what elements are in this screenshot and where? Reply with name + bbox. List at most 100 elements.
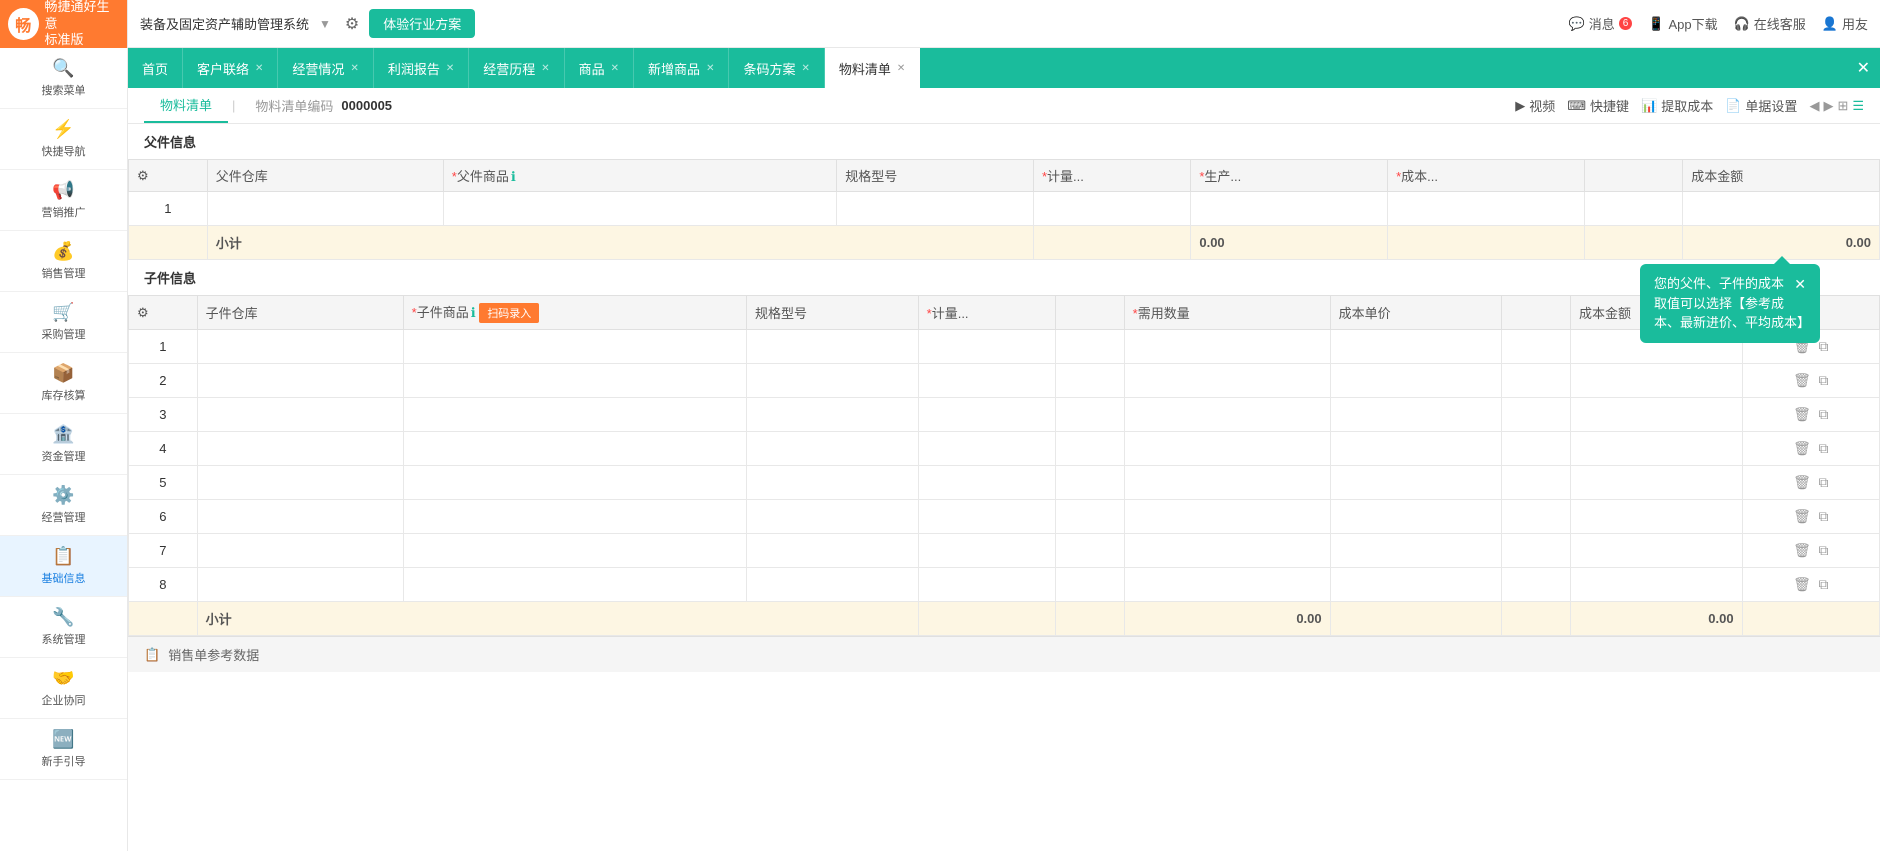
parent-cost-cell[interactable]: [1388, 192, 1585, 226]
child-spec-5[interactable]: [746, 466, 918, 500]
child-quantity-3[interactable]: [1124, 398, 1330, 432]
sidebar-item-system[interactable]: 🔧 系统管理: [0, 597, 127, 658]
child-spec-6[interactable]: [746, 500, 918, 534]
parent-production-cell[interactable]: [1191, 192, 1388, 226]
user-btn[interactable]: 👤 用友: [1822, 14, 1868, 33]
tab-home[interactable]: 首页: [128, 48, 183, 88]
tab-new-product[interactable]: 新增商品 ✕: [634, 48, 729, 88]
child-unit-2[interactable]: [918, 364, 1055, 398]
child-spec-7[interactable]: [746, 534, 918, 568]
child-quantity-1[interactable]: [1124, 330, 1330, 364]
child-unit-1[interactable]: [918, 330, 1055, 364]
parent-warehouse-cell[interactable]: [207, 192, 443, 226]
nav-right-icon[interactable]: ▶: [1823, 98, 1833, 114]
child-warehouse-6[interactable]: [197, 500, 403, 534]
tab-barcode[interactable]: 条码方案 ✕: [729, 48, 824, 88]
child-product-2[interactable]: [403, 364, 746, 398]
parent-col-settings[interactable]: ⚙: [129, 160, 208, 192]
delete-btn-3[interactable]: 🗑: [1793, 406, 1811, 422]
child-unit-3[interactable]: [918, 398, 1055, 432]
dropdown-arrow-icon[interactable]: ▼: [319, 17, 331, 31]
sidebar-item-sales[interactable]: 💰 销售管理: [0, 231, 127, 292]
tab-profit[interactable]: 利润报告 ✕: [374, 48, 469, 88]
nav-close-btn[interactable]: ✕: [1847, 58, 1880, 78]
online-service-btn[interactable]: 🎧 在线客服: [1734, 14, 1806, 33]
messages-btn[interactable]: 💬 消息 6: [1569, 14, 1633, 33]
shortcut-btn[interactable]: ⌨ 快捷键: [1567, 96, 1629, 115]
child-product-4[interactable]: [403, 432, 746, 466]
child-quantity-4[interactable]: [1124, 432, 1330, 466]
copy-btn-3[interactable]: ⧉: [1819, 406, 1829, 422]
parent-product-cell[interactable]: [443, 192, 836, 226]
child-product-8[interactable]: [403, 568, 746, 602]
child-costprice-8[interactable]: [1330, 568, 1502, 602]
child-costprice-2[interactable]: [1330, 364, 1502, 398]
child-col-settings[interactable]: ⚙: [129, 296, 198, 330]
tab-close-icon[interactable]: ✕: [350, 63, 358, 74]
child-warehouse-5[interactable]: [197, 466, 403, 500]
child-warehouse-8[interactable]: [197, 568, 403, 602]
sidebar-item-basic-info[interactable]: 📋 基础信息: [0, 536, 127, 597]
tab-product[interactable]: 商品 ✕: [565, 48, 634, 88]
child-product-7[interactable]: [403, 534, 746, 568]
child-costprice-6[interactable]: [1330, 500, 1502, 534]
subtab-bom[interactable]: 物料清单: [144, 88, 228, 123]
child-quantity-8[interactable]: [1124, 568, 1330, 602]
scan-btn[interactable]: 扫码录入: [479, 303, 539, 323]
tab-close-icon[interactable]: ✕: [446, 63, 454, 74]
sidebar-item-finance[interactable]: 🏦 资金管理: [0, 414, 127, 475]
child-unit-5[interactable]: [918, 466, 1055, 500]
copy-btn-5[interactable]: ⧉: [1819, 474, 1829, 490]
tooltip-close-btn[interactable]: ✕: [1794, 274, 1806, 295]
child-product-1[interactable]: [403, 330, 746, 364]
copy-btn-7[interactable]: ⧉: [1819, 542, 1829, 558]
child-quantity-5[interactable]: [1124, 466, 1330, 500]
tab-operations[interactable]: 经营情况 ✕: [278, 48, 373, 88]
video-btn[interactable]: ▶ 视频: [1515, 96, 1555, 115]
sidebar-item-guide[interactable]: 🆕 新手引导: [0, 719, 127, 780]
delete-btn-4[interactable]: 🗑: [1793, 440, 1811, 456]
list-view-icon[interactable]: ☰: [1852, 98, 1864, 114]
settings-gear-icon[interactable]: ⚙: [345, 14, 359, 34]
child-spec-2[interactable]: [746, 364, 918, 398]
child-costprice-1[interactable]: [1330, 330, 1502, 364]
copy-btn-4[interactable]: ⧉: [1819, 440, 1829, 456]
grid-view-icon[interactable]: ⊞: [1837, 98, 1848, 114]
child-unit-8[interactable]: [918, 568, 1055, 602]
tab-close-icon[interactable]: ✕: [706, 63, 714, 74]
child-warehouse-3[interactable]: [197, 398, 403, 432]
child-spec-4[interactable]: [746, 432, 918, 466]
child-quantity-6[interactable]: [1124, 500, 1330, 534]
child-quantity-7[interactable]: [1124, 534, 1330, 568]
tab-close-icon[interactable]: ✕: [897, 63, 905, 74]
child-warehouse-7[interactable]: [197, 534, 403, 568]
child-warehouse-1[interactable]: [197, 330, 403, 364]
child-costprice-7[interactable]: [1330, 534, 1502, 568]
try-btn[interactable]: 体验行业方案: [369, 9, 475, 38]
delete-btn-5[interactable]: 🗑: [1793, 474, 1811, 490]
sidebar-item-inventory[interactable]: 📦 库存核算: [0, 353, 127, 414]
tab-close-icon[interactable]: ✕: [611, 63, 619, 74]
child-quantity-2[interactable]: [1124, 364, 1330, 398]
copy-btn-8[interactable]: ⧉: [1819, 576, 1829, 592]
child-costprice-3[interactable]: [1330, 398, 1502, 432]
child-product-5[interactable]: [403, 466, 746, 500]
tab-customer[interactable]: 客户联络 ✕: [183, 48, 278, 88]
delete-btn-8[interactable]: 🗑: [1793, 576, 1811, 592]
child-costprice-4[interactable]: [1330, 432, 1502, 466]
tab-close-icon[interactable]: ✕: [801, 63, 809, 74]
delete-btn-7[interactable]: 🗑: [1793, 542, 1811, 558]
doc-settings-btn[interactable]: 📄 单据设置: [1725, 96, 1797, 115]
sidebar-item-operations[interactable]: ⚙️ 经营管理: [0, 475, 127, 536]
child-unit-4[interactable]: [918, 432, 1055, 466]
child-warehouse-4[interactable]: [197, 432, 403, 466]
parent-spec-cell[interactable]: [837, 192, 1034, 226]
copy-btn-6[interactable]: ⧉: [1819, 508, 1829, 524]
child-costprice-5[interactable]: [1330, 466, 1502, 500]
child-product-6[interactable]: [403, 500, 746, 534]
child-spec-8[interactable]: [746, 568, 918, 602]
extract-cost-btn[interactable]: 📊 提取成本: [1641, 96, 1713, 115]
delete-btn-2[interactable]: 🗑: [1793, 372, 1811, 388]
sidebar-item-quick-nav[interactable]: ⚡ 快捷导航: [0, 109, 127, 170]
child-spec-3[interactable]: [746, 398, 918, 432]
